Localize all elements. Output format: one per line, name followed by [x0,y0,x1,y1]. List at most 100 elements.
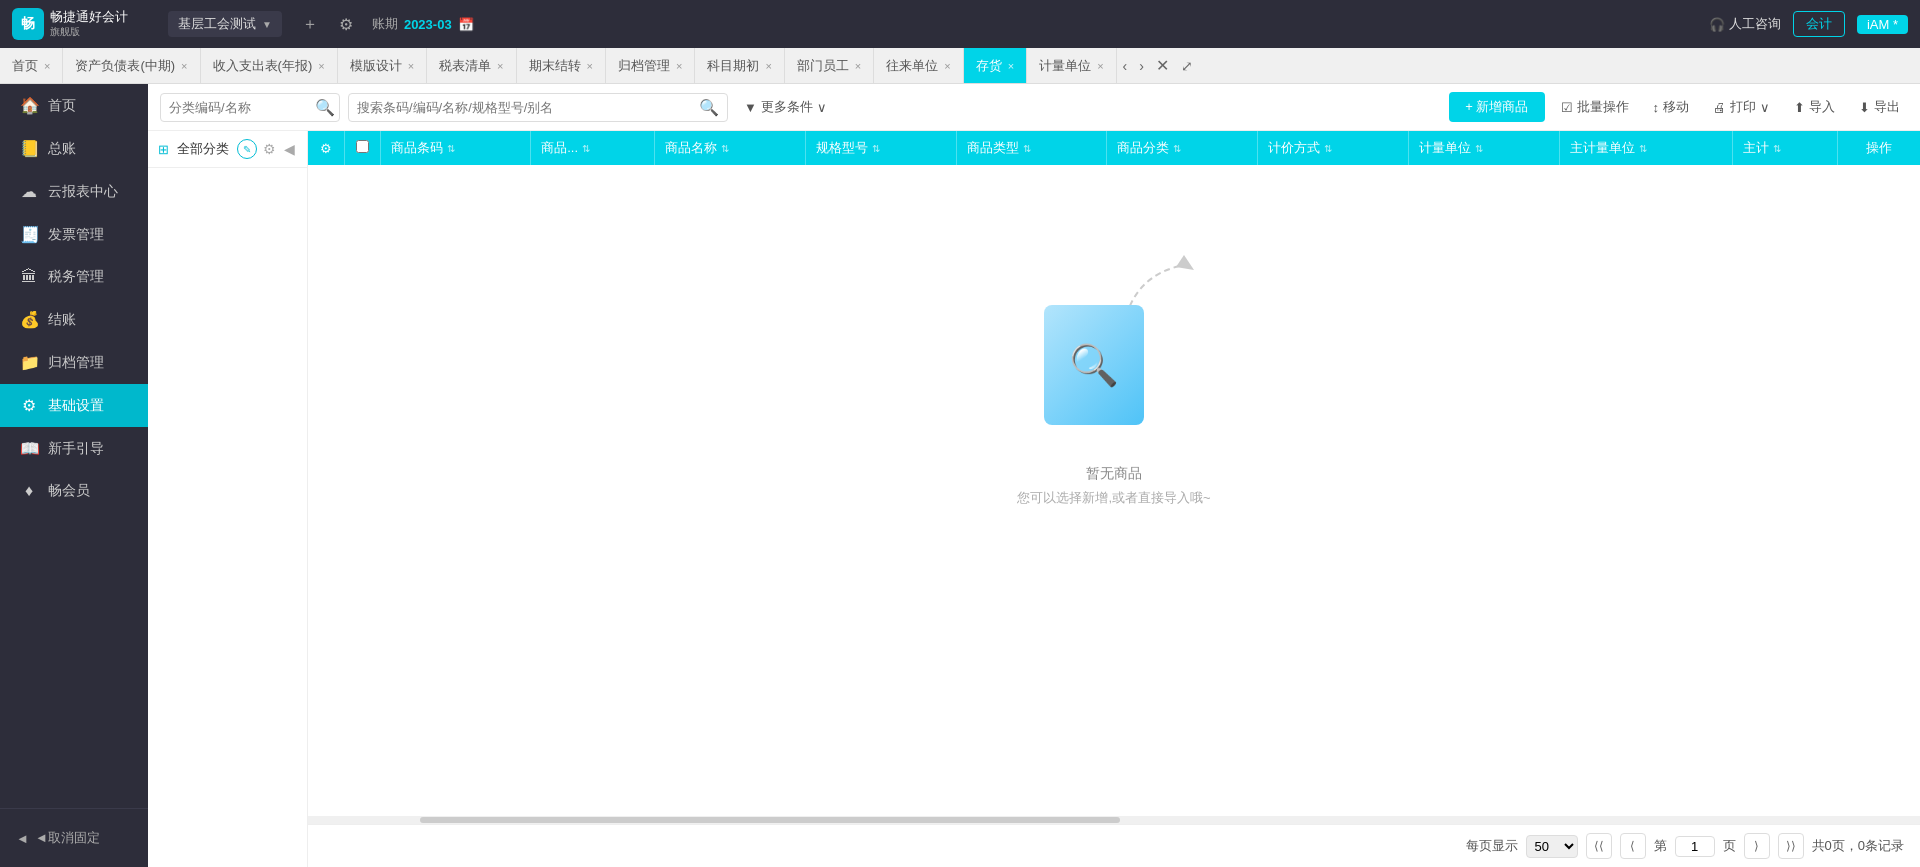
tab-tax-list[interactable]: 税表清单 × [427,48,516,84]
tab-dept-staff[interactable]: 部门员工 × [785,48,874,84]
empty-subtitle: 您可以选择新增,或者直接导入哦~ [1017,489,1210,507]
tab-template[interactable]: 模版设计 × [338,48,427,84]
tab-inventory-close[interactable]: × [1008,60,1014,72]
classify-search-input[interactable] [169,100,309,115]
settings-icon[interactable]: ⚙ [332,10,360,38]
tab-period-close[interactable]: × [587,60,593,72]
tab-period-label: 期末结转 [529,57,581,75]
sidebar-item-cloud-reports[interactable]: ☁ 云报表中心 [0,170,148,213]
import-button[interactable]: ⬆ 导入 [1786,94,1843,120]
table-container: ⚙ 商品条码⇅ 商品...⇅ 商品名称⇅ [308,131,1920,816]
scrollbar-thumb[interactable] [420,817,1120,823]
cloud-icon: ☁ [20,182,38,201]
left-panel-actions: ✎ ⚙ ◀ [237,139,297,159]
tab-unit-close[interactable]: × [1097,60,1103,72]
tab-scroll-left-button[interactable]: ‹ [1117,48,1134,84]
count-sort-icon: ⇅ [1773,143,1781,154]
sidebar-item-invoice[interactable]: 🧾 发票管理 [0,213,148,256]
iam-badge[interactable]: iAM * [1857,15,1908,34]
print-button[interactable]: 🖨 打印 ∨ [1705,94,1778,120]
account-button[interactable]: 会计 [1793,11,1845,37]
tab-archive[interactable]: 归档管理 × [606,48,695,84]
product-table: ⚙ 商品条码⇅ 商品...⇅ 商品名称⇅ [308,131,1920,165]
all-category-label[interactable]: 全部分类 [177,140,229,158]
calendar-icon[interactable]: 📅 [458,17,474,32]
th-product-code[interactable]: 商品...⇅ [531,131,655,165]
category-settings-button[interactable]: ⚙ [261,139,278,159]
select-all-checkbox[interactable] [356,140,369,153]
tab-income[interactable]: 收入支出表(年报) × [201,48,338,84]
main-search-input[interactable] [357,100,693,115]
classify-search-icon[interactable]: 🔍 [315,98,335,117]
tab-unit[interactable]: 计量单位 × [1027,48,1116,84]
main-search-icon[interactable]: 🔍 [699,98,719,117]
tab-close-all-button[interactable]: ✕ [1150,48,1175,84]
workspace-selector[interactable]: 基层工会测试 ▼ [168,11,282,37]
tab-period-carry[interactable]: 期末结转 × [517,48,606,84]
more-filter-button[interactable]: ▼ 更多条件 ∨ [736,94,835,120]
th-spec[interactable]: 规格型号⇅ [805,131,956,165]
th-product-name[interactable]: 商品名称⇅ [655,131,806,165]
sidebar-item-checkout[interactable]: 💰 结账 [0,298,148,341]
sidebar-item-guide[interactable]: 📖 新手引导 [0,427,148,470]
th-checkbox[interactable] [344,131,380,165]
sidebar-item-member[interactable]: ♦ 畅会员 [0,470,148,512]
tab-homepage[interactable]: 首页 × [0,48,63,84]
category-edit-button[interactable]: ✎ [237,139,257,159]
page-first-button[interactable]: ⟨⟨ [1586,833,1612,859]
unit-sort-icon: ⇅ [1475,143,1483,154]
app-name: 畅捷通好会计 [50,9,128,25]
batch-op-button[interactable]: ☑ 批量操作 [1553,94,1637,120]
ledger-icon: 📒 [20,139,38,158]
page-next-button[interactable]: ⟩ [1744,833,1770,859]
page-prev-button[interactable]: ⟨ [1620,833,1646,859]
unpin-button[interactable]: ◄ ◄取消固定 [0,819,148,857]
add-product-button[interactable]: + 新增商品 [1449,92,1544,122]
tab-balance-close[interactable]: × [181,60,187,72]
tab-homepage-close[interactable]: × [44,60,50,72]
horizontal-scrollbar[interactable] [308,816,1920,824]
sidebar-item-archive[interactable]: 📁 归档管理 [0,341,148,384]
tab-contact[interactable]: 往来单位 × [874,48,963,84]
sidebar-item-ledger[interactable]: 📒 总账 [0,127,148,170]
th-price-method[interactable]: 计价方式⇅ [1258,131,1409,165]
tab-expand-button[interactable]: ⤢ [1175,48,1199,84]
th-main-count[interactable]: 主计⇅ [1733,131,1838,165]
page-last-button[interactable]: ⟩⟩ [1778,833,1804,859]
tab-subject-initial[interactable]: 科目期初 × [695,48,784,84]
th-settings[interactable]: ⚙ [308,131,344,165]
tab-archive-close[interactable]: × [676,60,682,72]
th-product-type[interactable]: 商品类型⇅ [956,131,1107,165]
category-collapse-button[interactable]: ◀ [282,139,297,159]
period-value[interactable]: 2023-03 [404,17,452,32]
sidebar-item-tax[interactable]: 🏛 税务管理 [0,256,148,298]
th-main-unit[interactable]: 主计量单位⇅ [1559,131,1733,165]
headset-icon: 🎧 [1709,17,1725,32]
tab-contact-close[interactable]: × [944,60,950,72]
th-barcode[interactable]: 商品条码⇅ [380,131,531,165]
page-size-dropdown[interactable]: 50 10 20 100 [1526,835,1578,858]
tab-balance-sheet[interactable]: 资产负债表(中期) × [63,48,200,84]
tab-scroll-right-button[interactable]: › [1133,48,1150,84]
tab-inventory[interactable]: 存货 × [964,48,1027,84]
archive-icon: 📁 [20,353,38,372]
tab-subject-close[interactable]: × [765,60,771,72]
export-button[interactable]: ⬇ 导出 [1851,94,1908,120]
sidebar-item-basic-settings[interactable]: ⚙ 基础设置 [0,384,148,427]
human-service-button[interactable]: 🎧 人工咨询 [1709,15,1781,33]
add-tab-button[interactable]: ＋ [296,10,324,38]
page-number-input[interactable] [1675,836,1715,857]
tab-dept-close[interactable]: × [855,60,861,72]
svg-marker-0 [1176,255,1194,270]
tab-template-close[interactable]: × [408,60,414,72]
sidebar-item-home[interactable]: 🏠 首页 [0,84,148,127]
move-button[interactable]: ↕ 移动 [1645,94,1698,120]
th-category[interactable]: 商品分类⇅ [1107,131,1258,165]
tab-income-close[interactable]: × [318,60,324,72]
pagination-bar: 每页显示 50 10 20 100 ⟨⟨ ⟨ 第 页 ⟩ [308,824,1920,867]
tab-tax-label: 税表清单 [439,57,491,75]
th-category-label: 商品分类 [1117,139,1169,157]
th-unit[interactable]: 计量单位⇅ [1408,131,1559,165]
tab-tax-close[interactable]: × [497,60,503,72]
print-icon: 🖨 [1713,100,1726,115]
